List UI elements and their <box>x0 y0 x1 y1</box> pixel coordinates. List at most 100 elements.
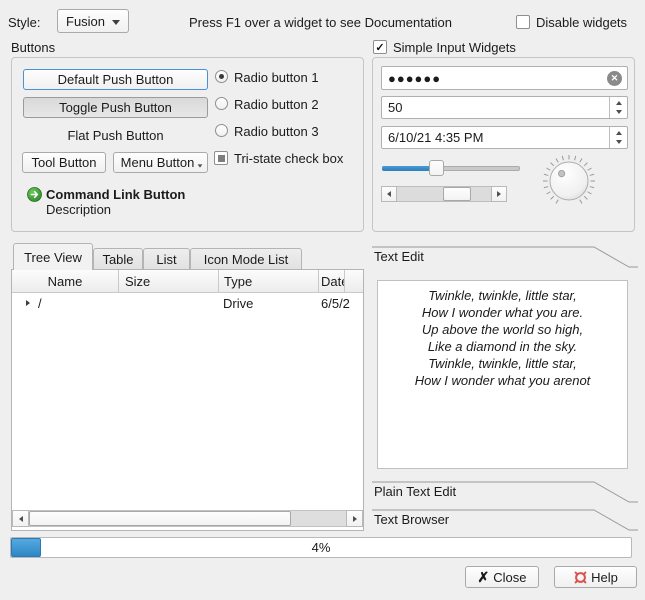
spinbox-buttons[interactable] <box>609 97 627 118</box>
slider-fill <box>382 166 435 171</box>
spinbox-input[interactable]: 50 <box>381 96 628 119</box>
dial-indicator-dot <box>557 169 566 178</box>
expand-arrow-icon[interactable] <box>26 300 30 306</box>
table-row[interactable]: / Drive 6/5/2 <box>12 293 363 313</box>
tree-cell-date: 6/5/2 <box>321 296 350 311</box>
default-push-button[interactable]: Default Push Button <box>23 69 208 90</box>
spinbox-value: 50 <box>388 100 403 115</box>
style-combobox-value: Fusion <box>66 13 106 29</box>
datetime-value: 6/10/21 4:35 PM <box>388 130 484 145</box>
toolbox-section-text-browser[interactable]: Text Browser <box>374 512 449 527</box>
disable-widgets-checkbox[interactable] <box>516 15 530 29</box>
help-button[interactable]: Help <box>554 566 637 588</box>
password-dots: ●●●●●● <box>388 70 442 86</box>
command-link-arrow-icon <box>27 187 42 202</box>
tool-button-label: Tool Button <box>31 155 97 170</box>
poem-line: How I wonder what you are. <box>421 305 584 320</box>
tree-header-date-label: Date <box>321 273 344 289</box>
tab-table[interactable]: Table <box>93 248 143 270</box>
help-button-label: Help <box>591 569 618 585</box>
style-label: Style: <box>8 15 41 30</box>
poem-line: Up above the world so high, <box>421 322 584 337</box>
poem-line: Twinkle, twinkle, little star, <box>428 356 577 371</box>
flat-push-button[interactable]: Flat Push Button <box>23 128 208 143</box>
toolbox-section-plain-text-edit[interactable]: Plain Text Edit <box>374 484 456 499</box>
tree-scroll-right-icon[interactable] <box>346 510 363 527</box>
tri-state-partial-mark <box>217 154 225 162</box>
f1-hint-text: Press F1 over a widget to see Documentat… <box>189 15 453 30</box>
menu-arrow-icon <box>197 164 203 168</box>
input-scrollbar[interactable] <box>381 186 507 202</box>
tree-header-name-label: Name <box>47 273 83 289</box>
tree-header-size-label: Size <box>125 273 151 289</box>
tree-header-type-label: Type <box>224 273 253 289</box>
close-x-icon: ✗ <box>477 569 490 585</box>
tree-header-name[interactable]: Name <box>12 270 119 293</box>
toggle-push-button[interactable]: Toggle Push Button <box>23 97 208 118</box>
tri-state-checkbox-label[interactable]: Tri-state check box <box>234 151 343 166</box>
password-input[interactable]: ●●●●●● ✕ <box>381 66 628 90</box>
flat-push-button-label: Flat Push Button <box>67 128 164 143</box>
simple-input-widgets-title[interactable]: Simple Input Widgets <box>393 40 516 55</box>
scrollbar-thumb[interactable] <box>443 187 471 201</box>
tab-icon-mode-list-label: Icon Mode List <box>203 252 289 267</box>
radio-dot <box>219 74 224 79</box>
radio-button-1-label[interactable]: Radio button 1 <box>234 70 319 85</box>
scroll-left-icon[interactable] <box>381 186 397 202</box>
help-lifebuoy-icon <box>574 571 587 583</box>
buttons-group-title: Buttons <box>11 40 56 55</box>
tri-state-checkbox[interactable] <box>214 151 228 165</box>
tab-tree-view-label: Tree View <box>24 249 82 265</box>
spin-down-icon[interactable] <box>615 109 622 114</box>
tab-list-label: List <box>156 252 177 267</box>
dial-knob <box>549 161 589 201</box>
tree-scrollbar-thumb[interactable] <box>29 511 291 526</box>
radio-button-3-label[interactable]: Radio button 3 <box>234 124 319 139</box>
progress-label: 4% <box>311 540 331 555</box>
radio-button-1[interactable] <box>215 70 228 83</box>
tree-header-date[interactable]: Date <box>319 270 345 293</box>
tool-button[interactable]: Tool Button <box>22 152 106 173</box>
tree-cell-name: / <box>38 296 42 311</box>
close-button[interactable]: ✗ Close <box>465 566 539 588</box>
default-push-button-label: Default Push Button <box>57 72 174 87</box>
datetime-up-icon[interactable] <box>615 131 622 136</box>
tree-header-type[interactable]: Type <box>219 270 319 293</box>
datetime-down-icon[interactable] <box>615 139 622 144</box>
radio-button-3[interactable] <box>215 124 228 137</box>
tab-tree-view[interactable]: Tree View <box>13 243 93 270</box>
chevron-down-icon <box>112 20 120 25</box>
tree-header-filler <box>345 270 363 293</box>
menu-button[interactable]: Menu Button <box>113 152 208 173</box>
menu-button-label: Menu Button <box>120 155 195 170</box>
command-link-button[interactable]: Command Link Button <box>46 187 185 202</box>
disable-widgets-label[interactable]: Disable widgets <box>536 15 627 30</box>
dial[interactable] <box>540 152 598 210</box>
tree-scrollbar[interactable] <box>12 510 363 527</box>
datetime-buttons[interactable] <box>609 127 627 148</box>
tab-icon-mode-list[interactable]: Icon Mode List <box>190 248 302 270</box>
tree-cell-type: Drive <box>223 296 254 311</box>
toolbox-section-text-edit[interactable]: Text Edit <box>374 249 424 264</box>
slider-handle[interactable] <box>429 160 444 176</box>
radio-button-2-label[interactable]: Radio button 2 <box>234 97 319 112</box>
simple-input-widgets-checkbox[interactable]: ✓ <box>373 40 387 54</box>
widget-gallery-window: Style: Fusion Press F1 over a widget to … <box>0 0 645 600</box>
tree-scroll-left-icon[interactable] <box>12 510 29 527</box>
poem-line: How I wonder what you arenot <box>414 373 591 388</box>
datetime-input[interactable]: 6/10/21 4:35 PM <box>381 126 628 149</box>
radio-button-2[interactable] <box>215 97 228 110</box>
scroll-right-icon[interactable] <box>491 186 507 202</box>
text-edit-area[interactable]: Twinkle, twinkle, little star, How I won… <box>377 280 628 469</box>
tab-list[interactable]: List <box>143 248 190 270</box>
poem-line: Like a diamond in the sky. <box>427 339 578 354</box>
progress-bar: 4% <box>10 537 632 558</box>
tree-header-size[interactable]: Size <box>119 270 219 293</box>
tab-table-label: Table <box>102 252 134 267</box>
command-link-description[interactable]: Description <box>46 202 111 217</box>
check-icon: ✓ <box>375 41 385 54</box>
style-combobox[interactable]: Fusion <box>57 9 129 33</box>
spin-up-icon[interactable] <box>615 101 622 106</box>
clear-text-icon[interactable]: ✕ <box>607 71 622 86</box>
poem-line: Twinkle, twinkle, little star, <box>428 288 577 303</box>
